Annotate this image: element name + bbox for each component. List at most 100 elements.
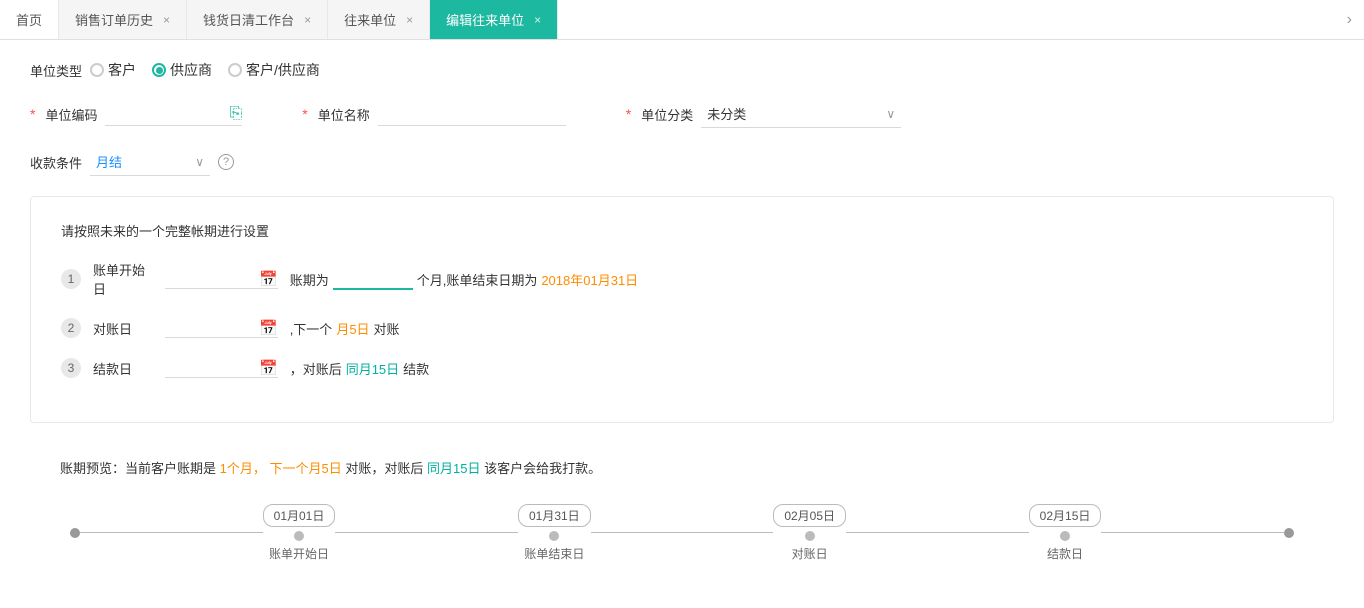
timeline-node-1-dot	[294, 531, 304, 541]
reconcile-date-input[interactable]: 2018-02-05	[165, 318, 255, 337]
timeline-node-2: 01月31日 账单结束日	[518, 504, 591, 562]
radio-supplier-label: 供应商	[170, 60, 212, 80]
start-date-calendar-icon[interactable]: 📅	[259, 270, 278, 288]
timeline-node-2-dot	[549, 531, 559, 541]
tab-cash-ledger[interactable]: 钱货日清工作台 ×	[187, 0, 328, 39]
radio-both-circle	[228, 63, 242, 77]
code-input[interactable]: 000001	[105, 102, 225, 125]
timeline-node-3-sublabel: 对账日	[792, 545, 828, 562]
radio-supplier[interactable]: 供应商	[152, 60, 212, 80]
payment-date-input[interactable]: 2018-02-15	[165, 358, 255, 377]
payment-dropdown[interactable]: 月结 ∨	[90, 148, 210, 176]
payment-calendar-icon[interactable]: 📅	[259, 359, 278, 377]
category-required: *	[626, 106, 631, 122]
row-desc-1: 账期为 1 个月,账单结束日期为 2018年01月31日	[290, 269, 638, 290]
main-content: 单位类型 客户 供应商 客户/供应商 * 单位编码	[0, 40, 1364, 608]
category-arrow-icon: ∨	[886, 107, 895, 121]
timeline-node-1: 01月01日 账单开始日	[263, 504, 336, 562]
row-label-3: 结款日	[93, 359, 153, 378]
tab-partner-unit-close[interactable]: ×	[406, 13, 413, 27]
reconcile-calendar-icon[interactable]: 📅	[259, 319, 278, 337]
code-copy-icon[interactable]: ⎘	[229, 105, 242, 123]
unit-type-field: 单位类型 客户 供应商 客户/供应商	[30, 60, 320, 80]
tab-sales-history-close[interactable]: ×	[163, 13, 170, 27]
row-desc-3: ，对账后 同月15日 结款	[290, 359, 430, 378]
tab-cash-ledger-label: 钱货日清工作台	[203, 10, 294, 29]
category-label: 单位分类	[641, 105, 693, 124]
tab-home[interactable]: 首页	[0, 0, 59, 39]
timeline-end-dot	[1284, 528, 1294, 538]
timeline-node-2-sublabel: 账单结束日	[524, 545, 584, 562]
payment-date-highlight: 同月15日	[346, 359, 399, 378]
radio-both[interactable]: 客户/供应商	[228, 60, 320, 80]
timeline-node-4-sublabel: 结款日	[1047, 545, 1083, 562]
timeline-node-4: 02月15日 结款日	[1029, 504, 1102, 562]
period-input[interactable]: 1	[333, 269, 413, 290]
unit-type-label: 单位类型	[30, 61, 82, 80]
payment-arrow-icon: ∨	[195, 155, 204, 169]
setting-row-2: 2 对账日 2018-02-05 📅 ,下一个 月5日 对账	[61, 318, 1303, 338]
unit-type-row: 单位类型 客户 供应商 客户/供应商	[30, 60, 1334, 80]
tab-edit-partner[interactable]: 编辑往来单位 ×	[430, 0, 558, 39]
radio-group: 客户 供应商 客户/供应商	[90, 60, 320, 80]
row-num-3: 3	[61, 358, 81, 378]
tab-sales-history[interactable]: 销售订单历史 ×	[59, 0, 187, 39]
preview-section: 账期预览：当前客户账期是 1个月， 下一个月5日 对账，对账后 同月15日 该客…	[30, 443, 1334, 578]
tab-edit-partner-close[interactable]: ×	[534, 13, 541, 27]
row-label-2: 对账日	[93, 319, 153, 338]
timeline-seg-5	[1101, 532, 1284, 533]
name-required: *	[302, 106, 307, 122]
payment-row: 收款条件 月结 ∨ ?	[30, 148, 1334, 176]
row-label-1: 账单开始日	[93, 260, 153, 298]
timeline-seg-4	[846, 532, 1029, 533]
timeline: 01月01日 账单开始日 01月31日 账单结束日 02月05日 对账日	[60, 504, 1304, 562]
category-dropdown[interactable]: 未分类 ∨	[701, 100, 901, 128]
tab-sales-history-label: 销售订单历史	[75, 10, 153, 29]
setting-row-3: 3 结款日 2018-02-15 📅 ，对账后 同月15日 结款	[61, 358, 1303, 378]
timeline-node-3-label: 02月05日	[773, 504, 846, 527]
preview-suffix: 该客户会给我打款。	[484, 461, 601, 476]
payment-date-wrap: 2018-02-15 📅	[165, 358, 278, 378]
payment-field: 收款条件 月结 ∨ ?	[30, 148, 234, 176]
tab-more-arrow[interactable]: ›	[1335, 0, 1364, 39]
timeline-seg-3	[591, 532, 774, 533]
code-label: 单位编码	[45, 105, 97, 124]
tab-partner-unit-label: 往来单位	[344, 10, 396, 29]
row-num-1: 1	[61, 269, 81, 289]
tab-partner-unit[interactable]: 往来单位 ×	[328, 0, 430, 39]
timeline-node-4-label: 02月15日	[1029, 504, 1102, 527]
code-input-wrap: 000001 ⎘	[105, 102, 242, 126]
start-date-input[interactable]: 2018-01-01	[165, 269, 255, 288]
tab-bar: 首页 销售订单历史 × 钱货日清工作台 × 往来单位 × 编辑往来单位 × ›	[0, 0, 1364, 40]
reconcile-highlight: 月5日	[336, 319, 369, 338]
preview-prefix: 账期预览：当前客户账期是	[60, 461, 216, 476]
tab-cash-ledger-close[interactable]: ×	[304, 13, 311, 27]
name-input[interactable]: 河南供应商22	[378, 102, 566, 126]
payment-value: 月结	[96, 152, 191, 171]
preview-text: 账期预览：当前客户账期是 1个月， 下一个月5日 对账，对账后 同月15日 该客…	[60, 459, 1304, 480]
category-field: * 单位分类 未分类 ∨	[626, 100, 901, 128]
period-prefix: 账期为	[290, 270, 329, 289]
row-num-2: 2	[61, 318, 81, 338]
name-field: * 单位名称 河南供应商22	[302, 102, 565, 126]
row-desc-2: ,下一个 月5日 对账	[290, 319, 400, 338]
timeline-node-1-label: 01月01日	[263, 504, 336, 527]
radio-customer[interactable]: 客户	[90, 60, 136, 80]
payment-label: 收款条件	[30, 153, 82, 172]
name-label: 单位名称	[318, 105, 370, 124]
reconcile-prefix: ,下一个	[290, 319, 333, 338]
code-field: * 单位编码 000001 ⎘	[30, 102, 242, 126]
code-required: *	[30, 106, 35, 122]
payment-help-icon[interactable]: ?	[218, 154, 234, 170]
payment-date-suffix: 结款	[403, 359, 429, 378]
timeline-node-3: 02月05日 对账日	[773, 504, 846, 562]
preview-middle: 对账，对账后	[345, 461, 423, 476]
timeline-node-2-label: 01月31日	[518, 504, 591, 527]
payment-date-prefix: ，对账后	[290, 359, 342, 378]
radio-supplier-circle	[152, 63, 166, 77]
preview-part3: 同月15日	[427, 461, 480, 476]
preview-part2: 下一个月5日	[270, 461, 342, 476]
tab-home-label: 首页	[16, 10, 42, 29]
period-suffix: 个月,账单结束日期为	[417, 270, 538, 289]
radio-customer-circle	[90, 63, 104, 77]
